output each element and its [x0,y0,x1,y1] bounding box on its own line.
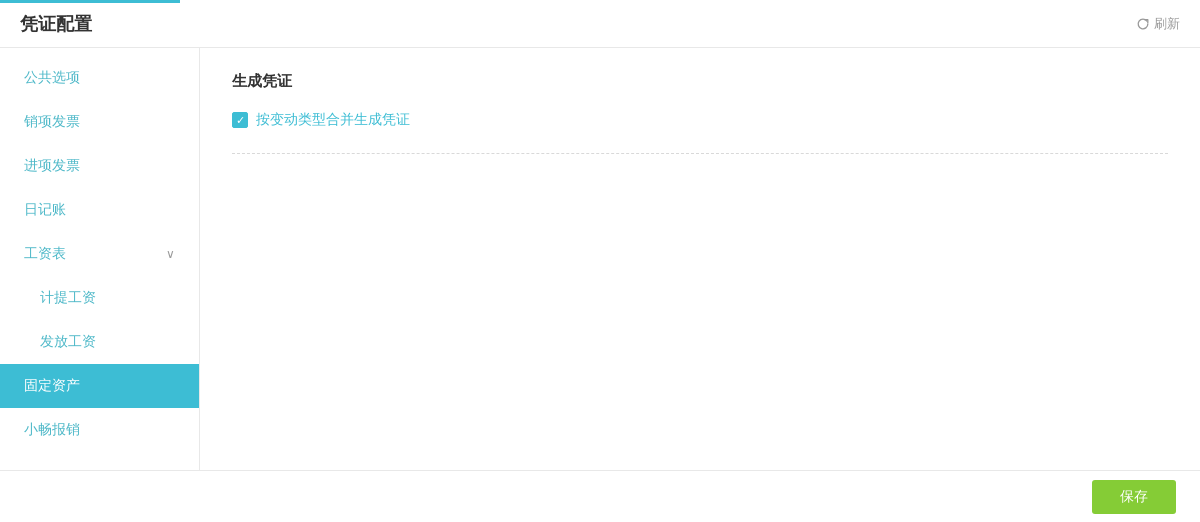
footer: 保存 [0,470,1200,522]
section-title: 生成凭证 [232,72,1168,91]
sidebar-item-public-options[interactable]: 公共选项 [0,56,199,100]
sidebar-item-purchase-invoice[interactable]: 进项发票 [0,144,199,188]
sidebar-item-journal[interactable]: 日记账 [0,188,199,232]
sidebar-label-purchase-invoice: 进项发票 [24,157,80,175]
refresh-label: 刷新 [1154,15,1180,33]
sidebar-label-sales-invoice: 销项发票 [24,113,80,131]
sidebar-label-petty-expense: 小畅报销 [24,421,80,439]
refresh-button[interactable]: 刷新 [1136,15,1180,33]
main-layout: 公共选项 销项发票 进项发票 日记账 工资表 ∨ 计提工资 发放工资 固定资产 … [0,48,1200,522]
save-button[interactable]: 保存 [1092,480,1176,514]
sidebar-item-distribute-payroll[interactable]: 发放工资 [0,320,199,364]
sidebar-label-payroll-table: 工资表 [24,245,66,263]
sidebar-item-calc-payroll[interactable]: 计提工资 [0,276,199,320]
sidebar-label-journal: 日记账 [24,201,66,219]
content-area: 生成凭证 ✓ 按变动类型合并生成凭证 [200,48,1200,522]
sidebar-label-distribute-payroll: 发放工资 [40,333,96,351]
checkbox-label: 按变动类型合并生成凭证 [256,111,410,129]
page-header: 凭证配置 刷新 [0,0,1200,48]
sidebar-label-fixed-assets: 固定资产 [24,377,80,395]
refresh-icon [1136,17,1150,31]
sidebar: 公共选项 销项发票 进项发票 日记账 工资表 ∨ 计提工资 发放工资 固定资产 … [0,48,200,522]
sidebar-label-calc-payroll: 计提工资 [40,289,96,307]
sidebar-item-fixed-assets[interactable]: 固定资产 [0,364,199,408]
page-title: 凭证配置 [20,12,92,36]
sidebar-item-sales-invoice[interactable]: 销项发票 [0,100,199,144]
sidebar-item-payroll-table[interactable]: 工资表 ∨ [0,232,199,276]
sidebar-item-petty-expense[interactable]: 小畅报销 [0,408,199,452]
checkmark-icon: ✓ [236,115,245,126]
sidebar-label-public-options: 公共选项 [24,69,80,87]
section-divider [232,153,1168,154]
merge-checkbox[interactable]: ✓ [232,112,248,128]
chevron-down-icon: ∨ [166,247,175,261]
checkbox-row: ✓ 按变动类型合并生成凭证 [232,111,1168,129]
